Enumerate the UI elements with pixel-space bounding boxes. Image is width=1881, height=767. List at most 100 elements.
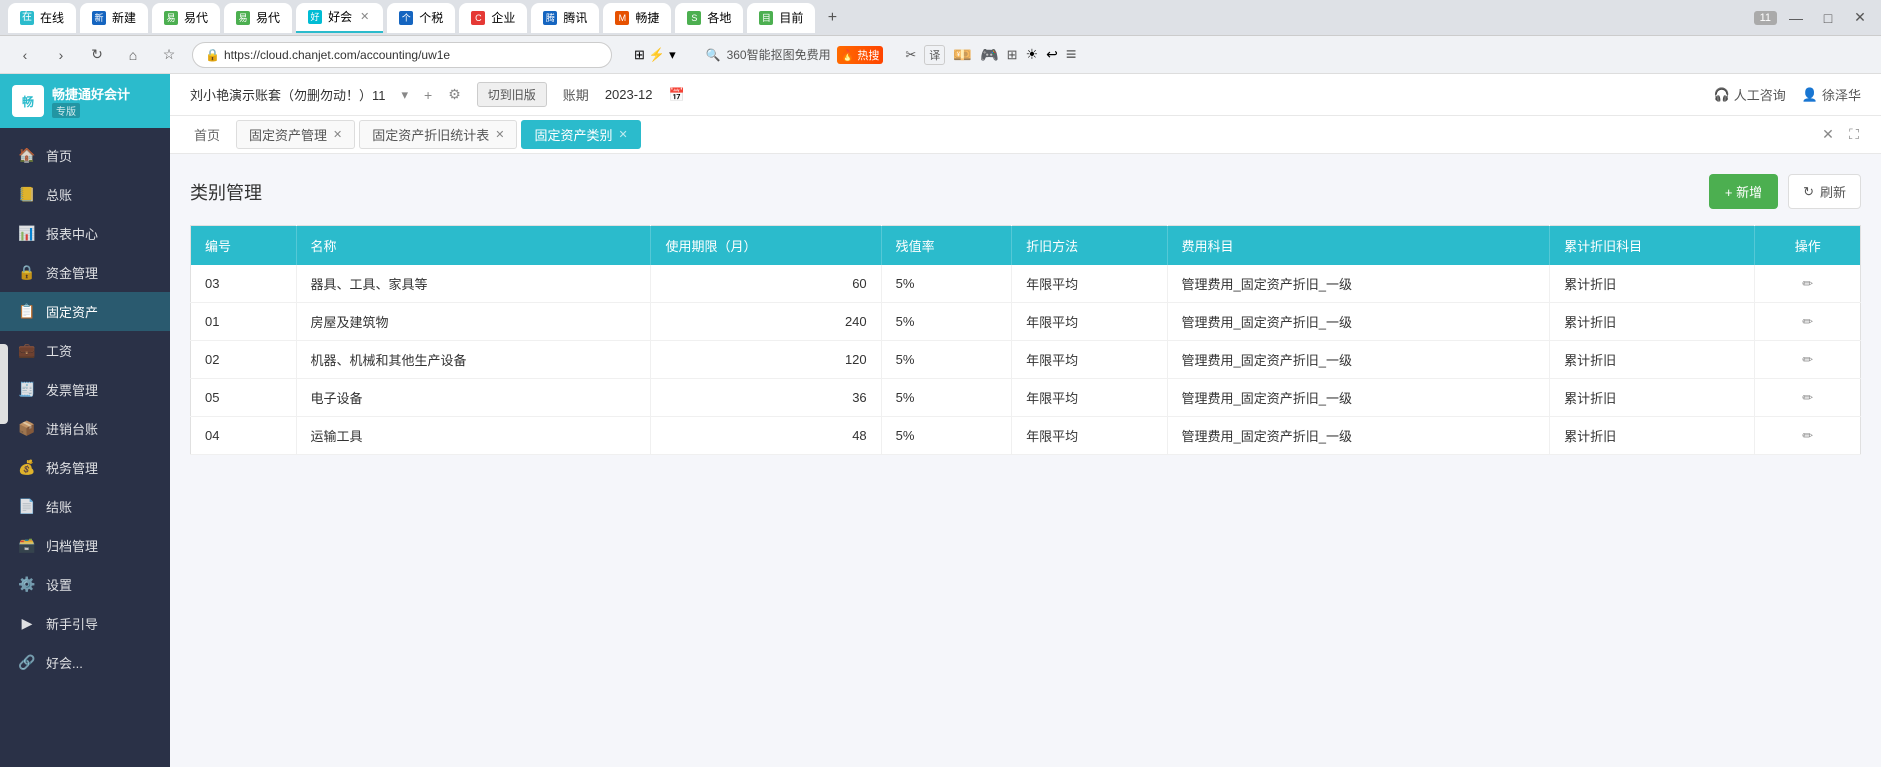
tab-icon-tengxun: 腾 [543, 11, 557, 25]
browser-tab-yidai1[interactable]: 易 易代 [152, 3, 220, 33]
cell-code-2: 01 [191, 303, 297, 341]
sidebar-item-home[interactable]: 🏠 首页 [0, 136, 170, 175]
sidebar-item-salary[interactable]: 💼 工资 [0, 331, 170, 370]
col-header-action: 操作 [1755, 226, 1861, 266]
sidebar-item-archive[interactable]: 🗃️ 归档管理 [0, 526, 170, 565]
browser-tab-gedi[interactable]: S 各地 [675, 3, 743, 33]
grid-icon[interactable]: ⊞ [1007, 47, 1018, 63]
devices-icon: ⊞ [634, 47, 645, 63]
cell-cost-1: 管理费用_固定资产折旧_一级 [1167, 265, 1550, 303]
translate-icon[interactable]: 译 [924, 45, 945, 65]
content-close-button[interactable]: ✕ [1817, 124, 1839, 146]
browser-tab-yidai2[interactable]: 易 易代 [224, 3, 292, 33]
breadcrumb-tab-assets-mgmt[interactable]: 固定资产管理 ✕ [236, 120, 355, 149]
tab-icon-muqian: 目 [759, 11, 773, 25]
sidebar-label-closing: 结账 [46, 497, 72, 516]
search-icon: 🔍 [706, 48, 721, 62]
sidebar-item-ledger[interactable]: 📒 总账 [0, 175, 170, 214]
cell-accum-4: 累计折旧 [1550, 379, 1755, 417]
cell-method-2: 年限平均 [1012, 303, 1167, 341]
tab-icon-online: 在 [20, 11, 34, 25]
breadcrumb-tab-depreciation[interactable]: 固定资产折旧统计表 ✕ [359, 120, 517, 149]
sidebar-label-guide: 新手引导 [46, 614, 98, 633]
new-tab-button[interactable]: + [819, 5, 845, 31]
content-maximize-button[interactable]: ⛶ [1843, 124, 1865, 146]
service-button[interactable]: 🎧 人工咨询 [1714, 85, 1786, 104]
breadcrumb-home[interactable]: 首页 [186, 121, 228, 148]
sidebar-item-assets[interactable]: 📋 固定资产 [0, 292, 170, 331]
edit-button-3[interactable]: ✏ [1802, 352, 1813, 367]
tab-label-changjie: 畅捷 [635, 9, 659, 26]
back-button[interactable]: ‹ [12, 42, 38, 68]
cell-code-3: 02 [191, 341, 297, 379]
browser-tab-geshui[interactable]: 个 个税 [387, 3, 455, 33]
scissors-icon[interactable]: ✂ [905, 47, 916, 63]
reload-button[interactable]: ↻ [84, 42, 110, 68]
bookmark-button[interactable]: ☆ [156, 42, 182, 68]
home-button[interactable]: ⌂ [120, 42, 146, 68]
breadcrumb-close-assets-mgmt[interactable]: ✕ [333, 128, 342, 141]
calendar-icon[interactable]: 📅 [669, 87, 685, 103]
window-min-button[interactable]: — [1783, 5, 1809, 31]
forward-button[interactable]: › [48, 42, 74, 68]
sidebar-item-closing[interactable]: 📄 结账 [0, 487, 170, 526]
settings-btn-topbar[interactable]: ⚙ [448, 86, 461, 103]
tab-close-haohui[interactable]: ✕ [358, 9, 371, 24]
breadcrumb-tab-category[interactable]: 固定资产类别 ✕ [521, 120, 640, 149]
logo-icon: 畅 [12, 85, 44, 117]
window-max-button[interactable]: □ [1815, 5, 1841, 31]
browser-tab-active[interactable]: 好 好会 ✕ [296, 3, 383, 33]
breadcrumb-close-category[interactable]: ✕ [619, 128, 628, 141]
sidebar-item-reports[interactable]: 📊 报表中心 [0, 214, 170, 253]
edit-button-4[interactable]: ✏ [1802, 390, 1813, 405]
dropdown-arrow[interactable]: ▾ [402, 87, 409, 103]
sidebar-item-more[interactable]: 🔗 好会... [0, 643, 170, 682]
sidebar-item-invoice[interactable]: 🧾 发票管理 [0, 370, 170, 409]
breadcrumb-close-depreciation[interactable]: ✕ [495, 128, 504, 141]
edit-button-5[interactable]: ✏ [1802, 428, 1813, 443]
browser-tab-online[interactable]: 在 在线 [8, 3, 76, 33]
url-bar[interactable]: 🔒 https://cloud.chanjet.com/accounting/u… [192, 42, 612, 68]
browser-tab-tengxun[interactable]: 腾 腾讯 [531, 3, 599, 33]
cell-residual-1: 5% [881, 265, 1011, 303]
edit-button-2[interactable]: ✏ [1802, 314, 1813, 329]
browser-tab-changjie[interactable]: M 畅捷 [603, 3, 671, 33]
col-header-cost: 费用科目 [1167, 226, 1550, 266]
nav-right-icons: ✂ 译 💴 🎮 ⊞ ☀ ↩ ≡ [905, 44, 1076, 65]
refresh-button[interactable]: ↻ 刷新 [1788, 174, 1861, 209]
col-header-accum: 累计折旧科目 [1550, 226, 1755, 266]
browser-tab-muqian[interactable]: 目 目前 [747, 3, 815, 33]
sidebar-item-funds[interactable]: 🔒 资金管理 [0, 253, 170, 292]
logo-text-area: 畅捷通好会计 专版 [52, 84, 130, 118]
sidebar-logo: 畅 畅捷通好会计 专版 [0, 74, 170, 128]
add-button[interactable]: + 新增 [1709, 174, 1778, 209]
browser-tab-qiye[interactable]: C 企业 [459, 3, 527, 33]
browser-tab-new[interactable]: 新 新建 [80, 3, 148, 33]
cell-cost-3: 管理费用_固定资产折旧_一级 [1167, 341, 1550, 379]
tab-label-gedi: 各地 [707, 9, 731, 26]
sidebar-item-inventory[interactable]: 📦 进销台账 [0, 409, 170, 448]
assets-icon: 📋 [18, 303, 36, 321]
sidebar-item-tax[interactable]: 💰 税务管理 [0, 448, 170, 487]
tab-label-new: 新建 [112, 9, 136, 26]
reports-icon: 📊 [18, 225, 36, 243]
add-account-btn[interactable]: + [424, 87, 432, 103]
menu-icon[interactable]: ≡ [1066, 44, 1077, 65]
data-table: 编号 名称 使用期限（月） 残值率 折旧方法 费用科目 累计折旧科目 操作 03 [190, 225, 1861, 455]
coin-icon: 💴 [953, 46, 972, 64]
sidebar-item-guide[interactable]: ▶ 新手引导 [0, 604, 170, 643]
breadcrumb-label-category: 固定资产类别 [534, 125, 612, 144]
cell-cost-5: 管理费用_固定资产折旧_一级 [1167, 417, 1550, 455]
window-close-button[interactable]: ✕ [1847, 5, 1873, 31]
dropdown-icon: ▾ [669, 47, 676, 63]
home-icon: 🏠 [18, 147, 36, 165]
edit-button-1[interactable]: ✏ [1802, 276, 1813, 291]
sidebar-label-inventory: 进销台账 [46, 419, 98, 438]
breadcrumb-label-assets-mgmt: 固定资产管理 [249, 125, 327, 144]
cell-name-2: 房屋及建筑物 [296, 303, 651, 341]
sun-icon: ☀ [1026, 46, 1039, 63]
user-profile-button[interactable]: 👤 徐泽华 [1802, 85, 1861, 104]
sidebar-label-archive: 归档管理 [46, 536, 98, 555]
sidebar-item-settings[interactable]: ⚙️ 设置 [0, 565, 170, 604]
switch-version-button[interactable]: 切到旧版 [477, 82, 547, 107]
